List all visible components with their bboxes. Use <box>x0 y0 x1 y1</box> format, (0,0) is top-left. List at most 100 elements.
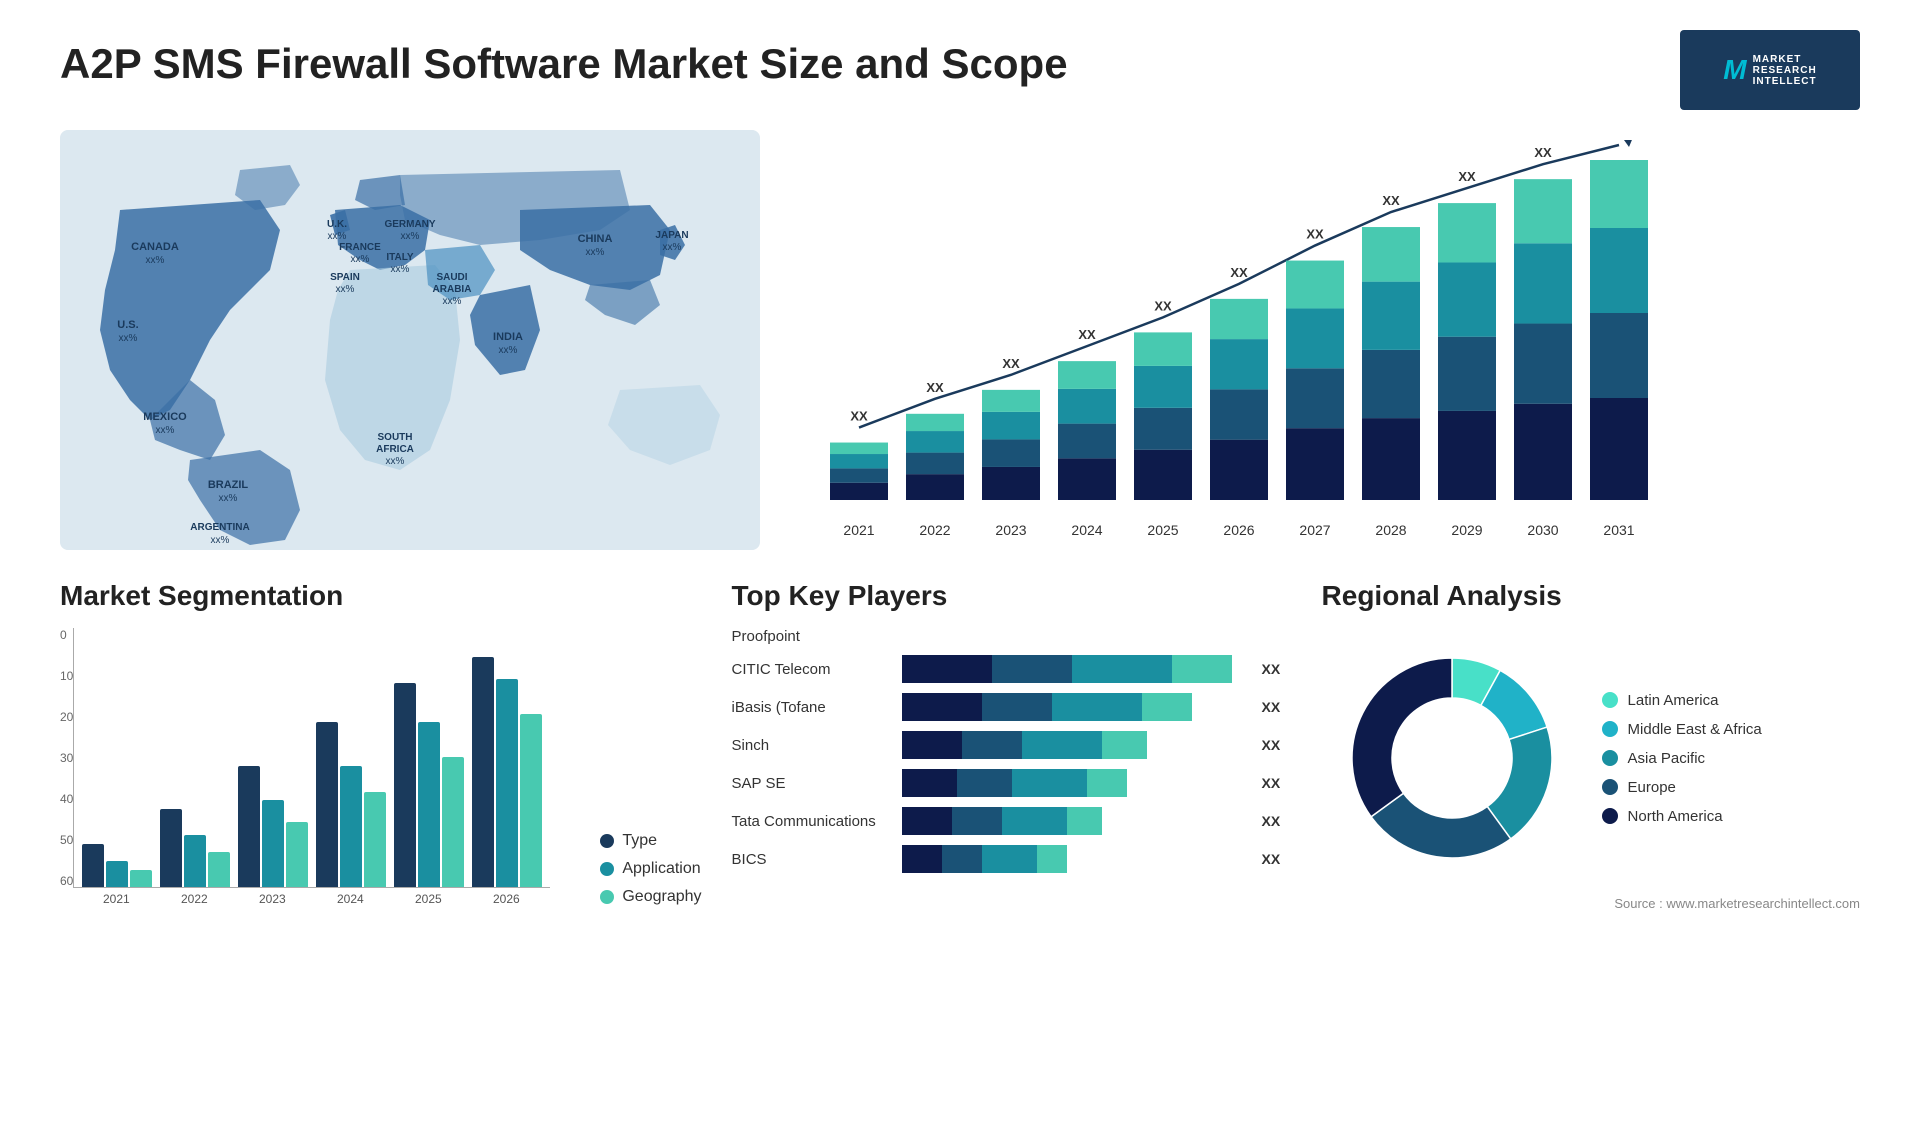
seg-x-label: 2022 <box>159 892 229 906</box>
svg-text:ARABIA: ARABIA <box>433 284 472 295</box>
svg-text:2024: 2024 <box>1071 522 1102 538</box>
player-bar-seg <box>1067 807 1102 835</box>
svg-text:xx%: xx% <box>119 333 138 344</box>
svg-text:2026: 2026 <box>1223 522 1254 538</box>
player-bar <box>902 845 1244 873</box>
svg-text:MEXICO: MEXICO <box>143 411 187 423</box>
svg-text:xx%: xx% <box>336 284 355 295</box>
seg-x-label: 2026 <box>471 892 541 906</box>
player-bar-seg <box>1002 807 1067 835</box>
source-text: Source : www.marketresearchintellect.com <box>1322 896 1860 911</box>
svg-text:GERMANY: GERMANY <box>384 219 435 230</box>
svg-text:XX: XX <box>1610 140 1628 141</box>
seg-bar <box>208 852 230 887</box>
regional-legend-label: North America <box>1628 808 1723 825</box>
regional-legend-dot <box>1602 779 1618 795</box>
svg-text:U.S.: U.S. <box>117 319 138 331</box>
seg-bar <box>184 835 206 887</box>
regional-content: Latin America Middle East & Africa Asia … <box>1322 628 1860 888</box>
svg-text:CANADA: CANADA <box>131 241 179 253</box>
svg-text:FRANCE: FRANCE <box>339 242 381 253</box>
regional-legend-label: Europe <box>1628 779 1676 796</box>
svg-text:ARGENTINA: ARGENTINA <box>190 522 249 533</box>
svg-text:xx%: xx% <box>401 231 420 242</box>
players-title: Top Key Players <box>732 580 1292 612</box>
player-bar-seg <box>982 693 1052 721</box>
seg-y-labels: 6050403020100 <box>60 628 73 888</box>
legend-item: Geography <box>600 888 701 906</box>
seg-bars <box>73 628 550 888</box>
player-val: XX <box>1262 851 1292 867</box>
legend-dot <box>600 834 614 848</box>
seg-x-label: 2021 <box>81 892 151 906</box>
logo-line2: RESEARCH <box>1753 65 1817 76</box>
seg-bar <box>418 722 440 887</box>
svg-text:SOUTH: SOUTH <box>378 432 413 443</box>
regional-legend-label: Middle East & Africa <box>1628 721 1762 738</box>
svg-text:XX: XX <box>1230 265 1248 280</box>
seg-bar <box>316 722 338 887</box>
seg-y-label: 50 <box>60 833 73 847</box>
player-row: SinchXX <box>732 731 1292 759</box>
logo: M MARKET RESEARCH INTELLECT <box>1680 30 1860 110</box>
seg-bar <box>442 757 464 887</box>
logo-line1: MARKET <box>1753 54 1817 65</box>
svg-text:XX: XX <box>1534 145 1552 160</box>
seg-bar <box>520 714 542 887</box>
svg-text:xx%: xx% <box>391 264 410 275</box>
seg-bar <box>364 792 386 887</box>
legend-item: Type <box>600 832 701 850</box>
svg-text:xx%: xx% <box>219 493 238 504</box>
player-bar-seg <box>1052 693 1142 721</box>
player-name: Proofpoint <box>732 628 892 645</box>
donut-chart <box>1322 628 1582 888</box>
player-bar-seg <box>902 655 992 683</box>
page: A2P SMS Firewall Software Market Size an… <box>0 0 1920 1146</box>
svg-text:AFRICA: AFRICA <box>376 444 414 455</box>
player-bar-seg <box>982 845 1037 873</box>
svg-text:U.K.: U.K. <box>327 219 347 230</box>
svg-text:CHINA: CHINA <box>578 233 613 245</box>
regional-legend-dot <box>1602 750 1618 766</box>
seg-bar <box>340 766 362 887</box>
player-bar-seg <box>1072 655 1172 683</box>
svg-text:XX: XX <box>850 409 868 424</box>
bar-chart-section: XX2021XX2022XX2023XX2024XX2025XX2026XX20… <box>800 130 1900 550</box>
seg-bar-group <box>82 844 152 887</box>
player-name: Sinch <box>732 737 892 754</box>
player-bar-seg <box>902 769 957 797</box>
seg-x-label: 2023 <box>237 892 307 906</box>
legend-label: Application <box>622 860 700 878</box>
regional-legend: Latin America Middle East & Africa Asia … <box>1602 692 1762 825</box>
segmentation-section: Market Segmentation 6050403020100 202120… <box>60 580 702 911</box>
regional-section: Regional Analysis Latin America Middle E… <box>1322 580 1860 911</box>
player-bar-seg <box>902 693 982 721</box>
regional-legend-label: Asia Pacific <box>1628 750 1706 767</box>
svg-text:2030: 2030 <box>1527 522 1558 538</box>
map-section: CANADA xx% U.S. xx% MEXICO xx% BRAZIL xx… <box>60 130 760 550</box>
regional-legend-item: Asia Pacific <box>1602 750 1762 767</box>
seg-bar-group <box>160 809 230 887</box>
seg-x-label: 2025 <box>393 892 463 906</box>
seg-bar <box>472 657 494 887</box>
regional-legend-dot <box>1602 692 1618 708</box>
regional-legend-dot <box>1602 721 1618 737</box>
svg-text:2025: 2025 <box>1147 522 1178 538</box>
map-svg: CANADA xx% U.S. xx% MEXICO xx% BRAZIL xx… <box>60 130 760 550</box>
svg-text:SAUDI: SAUDI <box>436 272 467 283</box>
page-title: A2P SMS Firewall Software Market Size an… <box>60 40 1068 88</box>
player-bar <box>902 693 1244 721</box>
player-bar-seg <box>957 769 1012 797</box>
top-section: CANADA xx% U.S. xx% MEXICO xx% BRAZIL xx… <box>60 130 1860 550</box>
seg-y-label: 0 <box>60 628 73 642</box>
bottom-section: Market Segmentation 6050403020100 202120… <box>60 580 1860 911</box>
seg-bar <box>106 861 128 887</box>
svg-text:XX: XX <box>926 380 944 395</box>
player-row: iBasis (TofaneXX <box>732 693 1292 721</box>
svg-text:xx%: xx% <box>663 242 682 253</box>
player-bar-seg <box>962 731 1022 759</box>
player-bar-seg <box>902 807 952 835</box>
regional-legend-item: Europe <box>1602 779 1762 796</box>
regional-legend-item: Latin America <box>1602 692 1762 709</box>
svg-text:XX: XX <box>1078 327 1096 342</box>
